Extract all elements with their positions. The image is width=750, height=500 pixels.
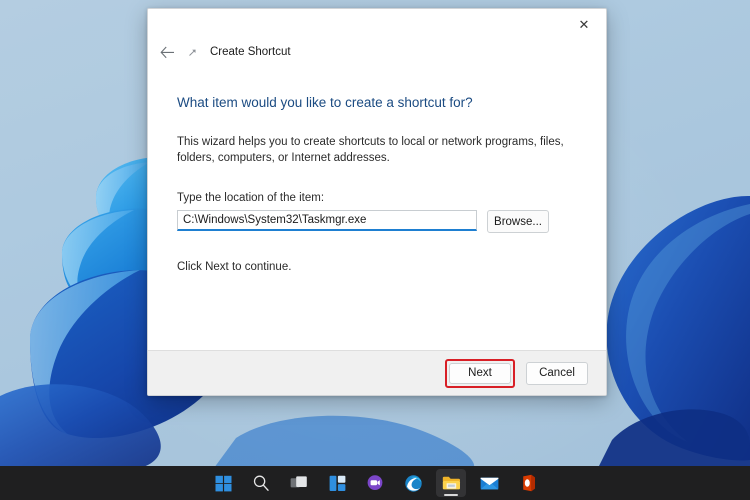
location-field-row: Browse... bbox=[177, 210, 580, 233]
dialog-title: Create Shortcut bbox=[210, 46, 291, 58]
shortcut-arrow-icon bbox=[184, 43, 202, 61]
intro-text: This wizard helps you to create shortcut… bbox=[177, 136, 564, 164]
task-view-button[interactable] bbox=[284, 469, 314, 497]
active-app-indicator bbox=[444, 493, 458, 496]
start-button[interactable] bbox=[208, 469, 238, 497]
create-shortcut-dialog: ✕ Create Shortcut What item would you li… bbox=[147, 8, 607, 396]
dialog-footer: Next Cancel bbox=[148, 350, 606, 395]
edge-icon bbox=[404, 474, 422, 492]
next-hint-text: Click Next to continue. bbox=[177, 261, 292, 273]
location-input[interactable] bbox=[177, 210, 477, 231]
search-icon bbox=[253, 475, 269, 491]
office-button[interactable] bbox=[512, 469, 542, 497]
widgets-icon bbox=[329, 475, 345, 491]
search-button[interactable] bbox=[246, 469, 276, 497]
cancel-button[interactable]: Cancel bbox=[526, 361, 588, 385]
chat-teams-icon bbox=[367, 475, 383, 490]
dialog-titlebar: ✕ bbox=[148, 9, 606, 39]
next-button-highlight: Next bbox=[445, 358, 515, 388]
close-icon[interactable]: ✕ bbox=[562, 9, 606, 39]
browse-button[interactable]: Browse... bbox=[487, 210, 549, 233]
taskbar bbox=[0, 466, 750, 500]
back-arrow-icon[interactable] bbox=[156, 41, 178, 63]
office-icon bbox=[522, 474, 535, 492]
back-arrow-glyph bbox=[159, 46, 174, 58]
taskbar-items bbox=[208, 469, 542, 497]
edge-button[interactable] bbox=[398, 469, 428, 497]
chat-button[interactable] bbox=[360, 469, 390, 497]
mail-envelope-icon bbox=[480, 477, 498, 489]
folder-icon bbox=[442, 476, 460, 489]
location-field-label: Type the location of the item: bbox=[177, 192, 325, 204]
task-view-icon bbox=[290, 476, 307, 488]
screen: ✕ Create Shortcut What item would you li… bbox=[0, 0, 750, 500]
windows-logo-icon bbox=[215, 475, 231, 491]
mail-button[interactable] bbox=[474, 469, 504, 497]
file-explorer-button[interactable] bbox=[436, 469, 466, 497]
next-button[interactable]: Next bbox=[449, 362, 511, 384]
dialog-navbar: Create Shortcut bbox=[148, 39, 606, 65]
page-title: What item would you like to create a sho… bbox=[177, 95, 473, 110]
dialog-content: What item would you like to create a sho… bbox=[148, 65, 606, 350]
widgets-button[interactable] bbox=[322, 469, 352, 497]
shortcut-arrow-glyph bbox=[188, 49, 196, 56]
